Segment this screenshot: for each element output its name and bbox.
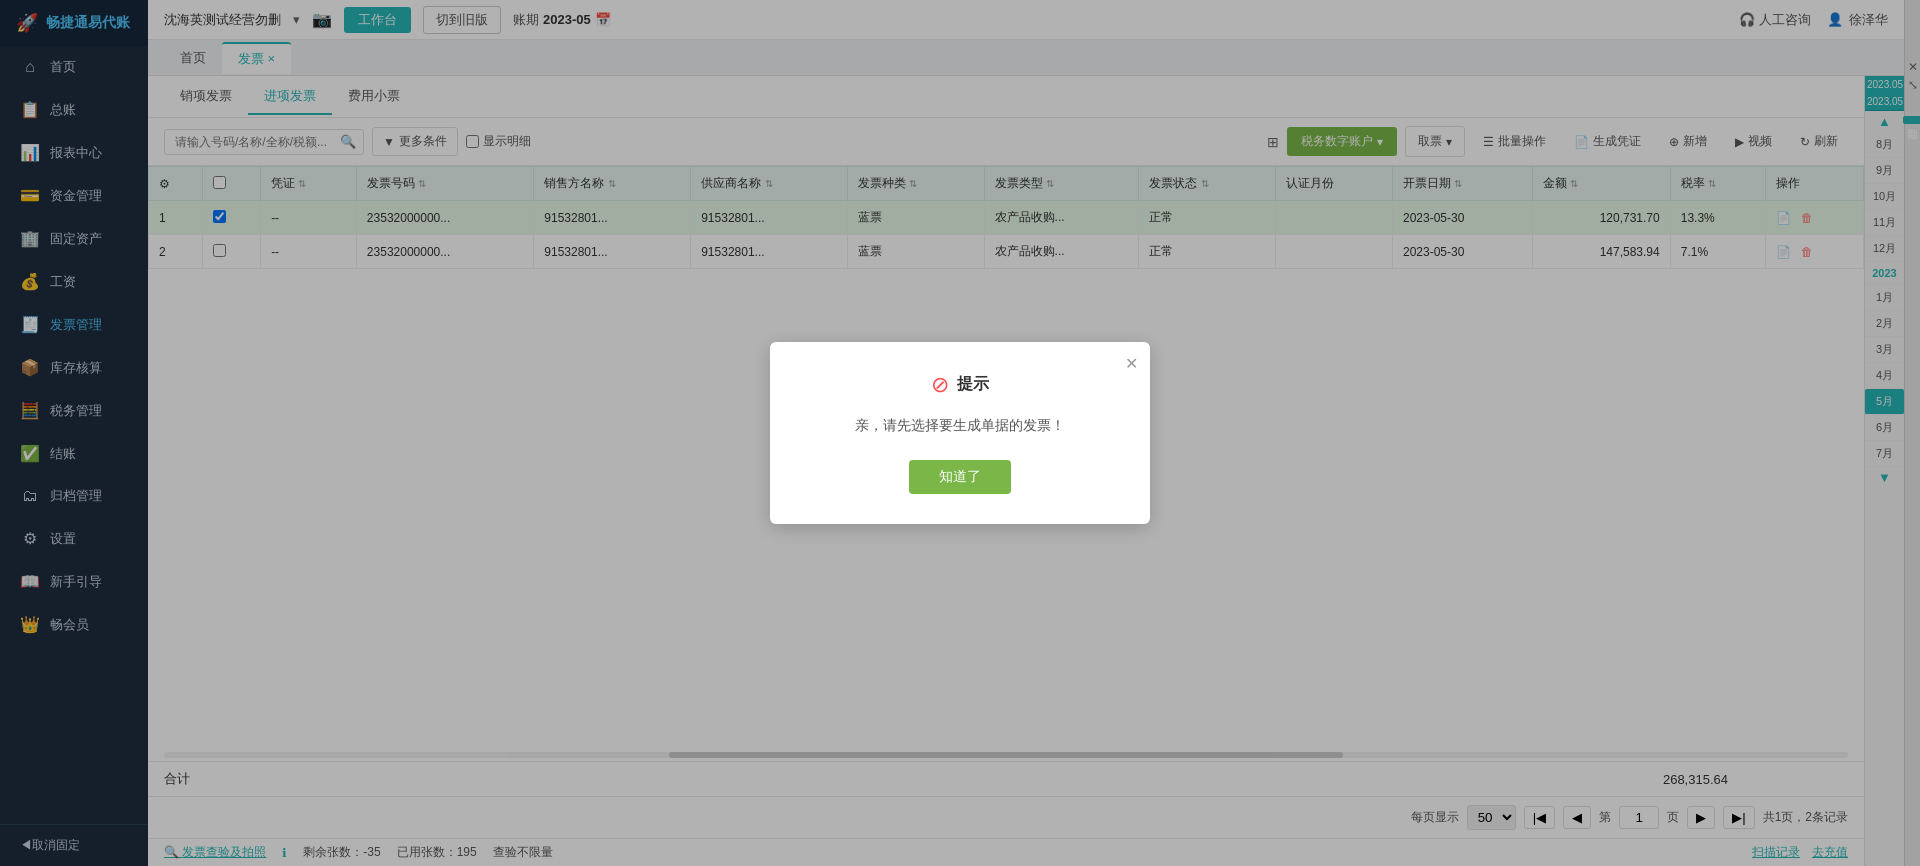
modal-box: ✕ ⊘ 提示 亲，请先选择要生成单据的发票！ 知道了 [770,342,1150,524]
modal-close-btn[interactable]: ✕ [1125,354,1138,373]
modal-overlay: ✕ ⊘ 提示 亲，请先选择要生成单据的发票！ 知道了 [0,0,1920,866]
modal-ok-button[interactable]: 知道了 [909,460,1011,494]
modal-title: 提示 [957,374,989,395]
modal-title-row: ⊘ 提示 [810,372,1110,398]
modal-warn-icon: ⊘ [931,372,949,398]
modal-message: 亲，请先选择要生成单据的发票！ [810,414,1110,436]
